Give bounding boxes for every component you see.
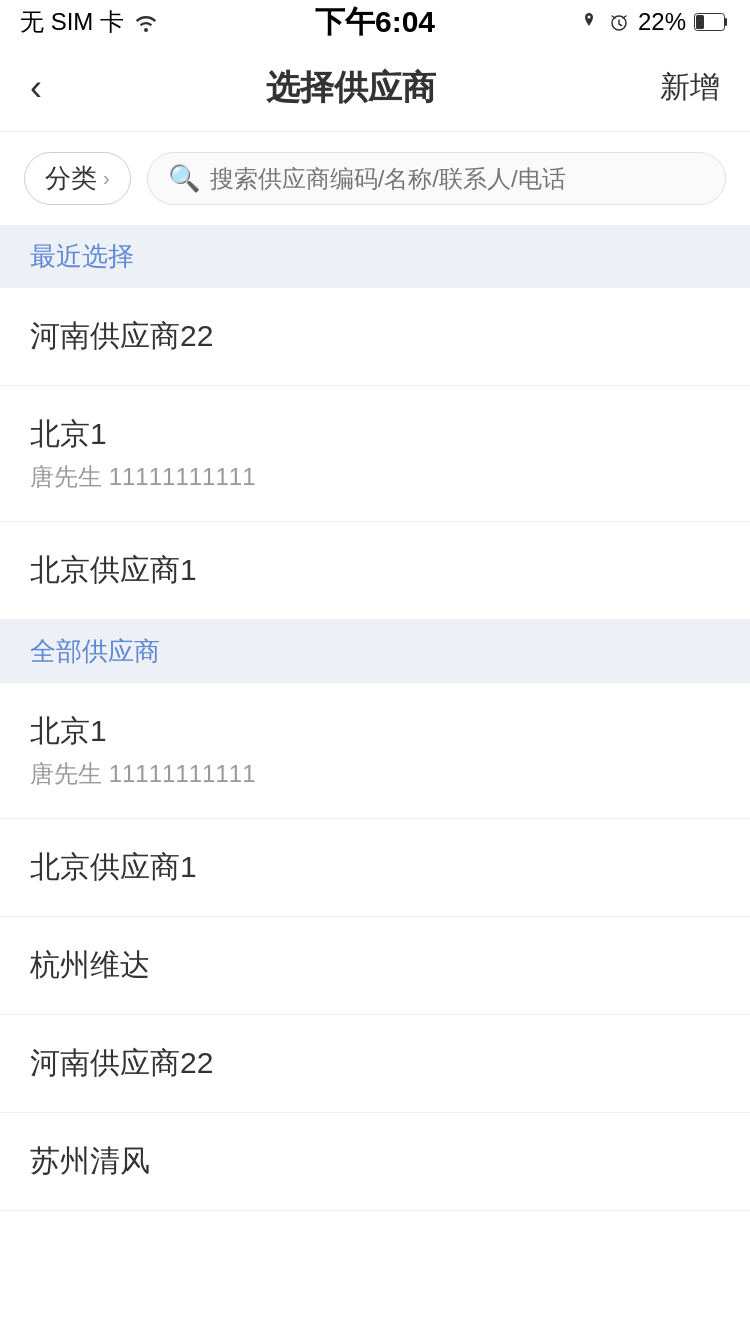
item-name: 河南供应商22 (30, 1043, 720, 1084)
item-sub: 唐先生 11111111111 (30, 758, 720, 790)
battery-icon (694, 13, 730, 31)
search-icon: 🔍 (168, 163, 200, 194)
filter-bar: 分类 › 🔍 (0, 132, 750, 225)
recent-items-list: 河南供应商22 北京1 唐先生 11111111111 北京供应商1 (0, 288, 750, 620)
recent-section-label: 最近选择 (30, 241, 134, 271)
chevron-right-icon: › (103, 167, 110, 190)
item-name: 北京1 (30, 711, 720, 752)
all-section-label: 全部供应商 (30, 636, 160, 666)
search-box[interactable]: 🔍 (147, 152, 726, 205)
no-sim-label: 无 SIM 卡 (20, 6, 124, 38)
recent-section-header: 最近选择 (0, 225, 750, 288)
back-button[interactable]: ‹ (30, 67, 42, 109)
item-name: 北京1 (30, 414, 720, 455)
list-item[interactable]: 苏州清风 (0, 1113, 750, 1211)
nav-bar: ‹ 选择供应商 新增 (0, 44, 750, 132)
list-item[interactable]: 河南供应商22 (0, 1015, 750, 1113)
page-title: 选择供应商 (266, 65, 436, 111)
alarm-icon (608, 11, 630, 33)
svg-rect-2 (696, 15, 704, 29)
item-name: 苏州清风 (30, 1141, 720, 1182)
item-name: 河南供应商22 (30, 316, 720, 357)
status-right: 22% (578, 8, 730, 36)
add-button[interactable]: 新增 (660, 67, 720, 108)
location-icon (578, 11, 600, 33)
all-items-list: 北京1 唐先生 11111111111 北京供应商1 杭州维达 河南供应商22 … (0, 683, 750, 1211)
list-item[interactable]: 北京供应商1 (0, 522, 750, 620)
item-name: 杭州维达 (30, 945, 720, 986)
list-item[interactable]: 河南供应商22 (0, 288, 750, 386)
item-name: 北京供应商1 (30, 550, 720, 591)
category-label: 分类 (45, 161, 97, 196)
status-bar: 无 SIM 卡 下午6:04 22% (0, 0, 750, 44)
battery-percent: 22% (638, 8, 686, 36)
list-item[interactable]: 北京1 唐先生 11111111111 (0, 683, 750, 819)
category-button[interactable]: 分类 › (24, 152, 131, 205)
search-input[interactable] (210, 165, 705, 193)
status-left: 无 SIM 卡 (20, 6, 160, 38)
wifi-icon (132, 12, 160, 32)
status-time: 下午6:04 (315, 2, 435, 43)
item-sub: 唐先生 11111111111 (30, 461, 720, 493)
item-name: 北京供应商1 (30, 847, 720, 888)
list-item[interactable]: 杭州维达 (0, 917, 750, 1015)
list-item[interactable]: 北京供应商1 (0, 819, 750, 917)
list-item[interactable]: 北京1 唐先生 11111111111 (0, 386, 750, 522)
all-section-header: 全部供应商 (0, 620, 750, 683)
